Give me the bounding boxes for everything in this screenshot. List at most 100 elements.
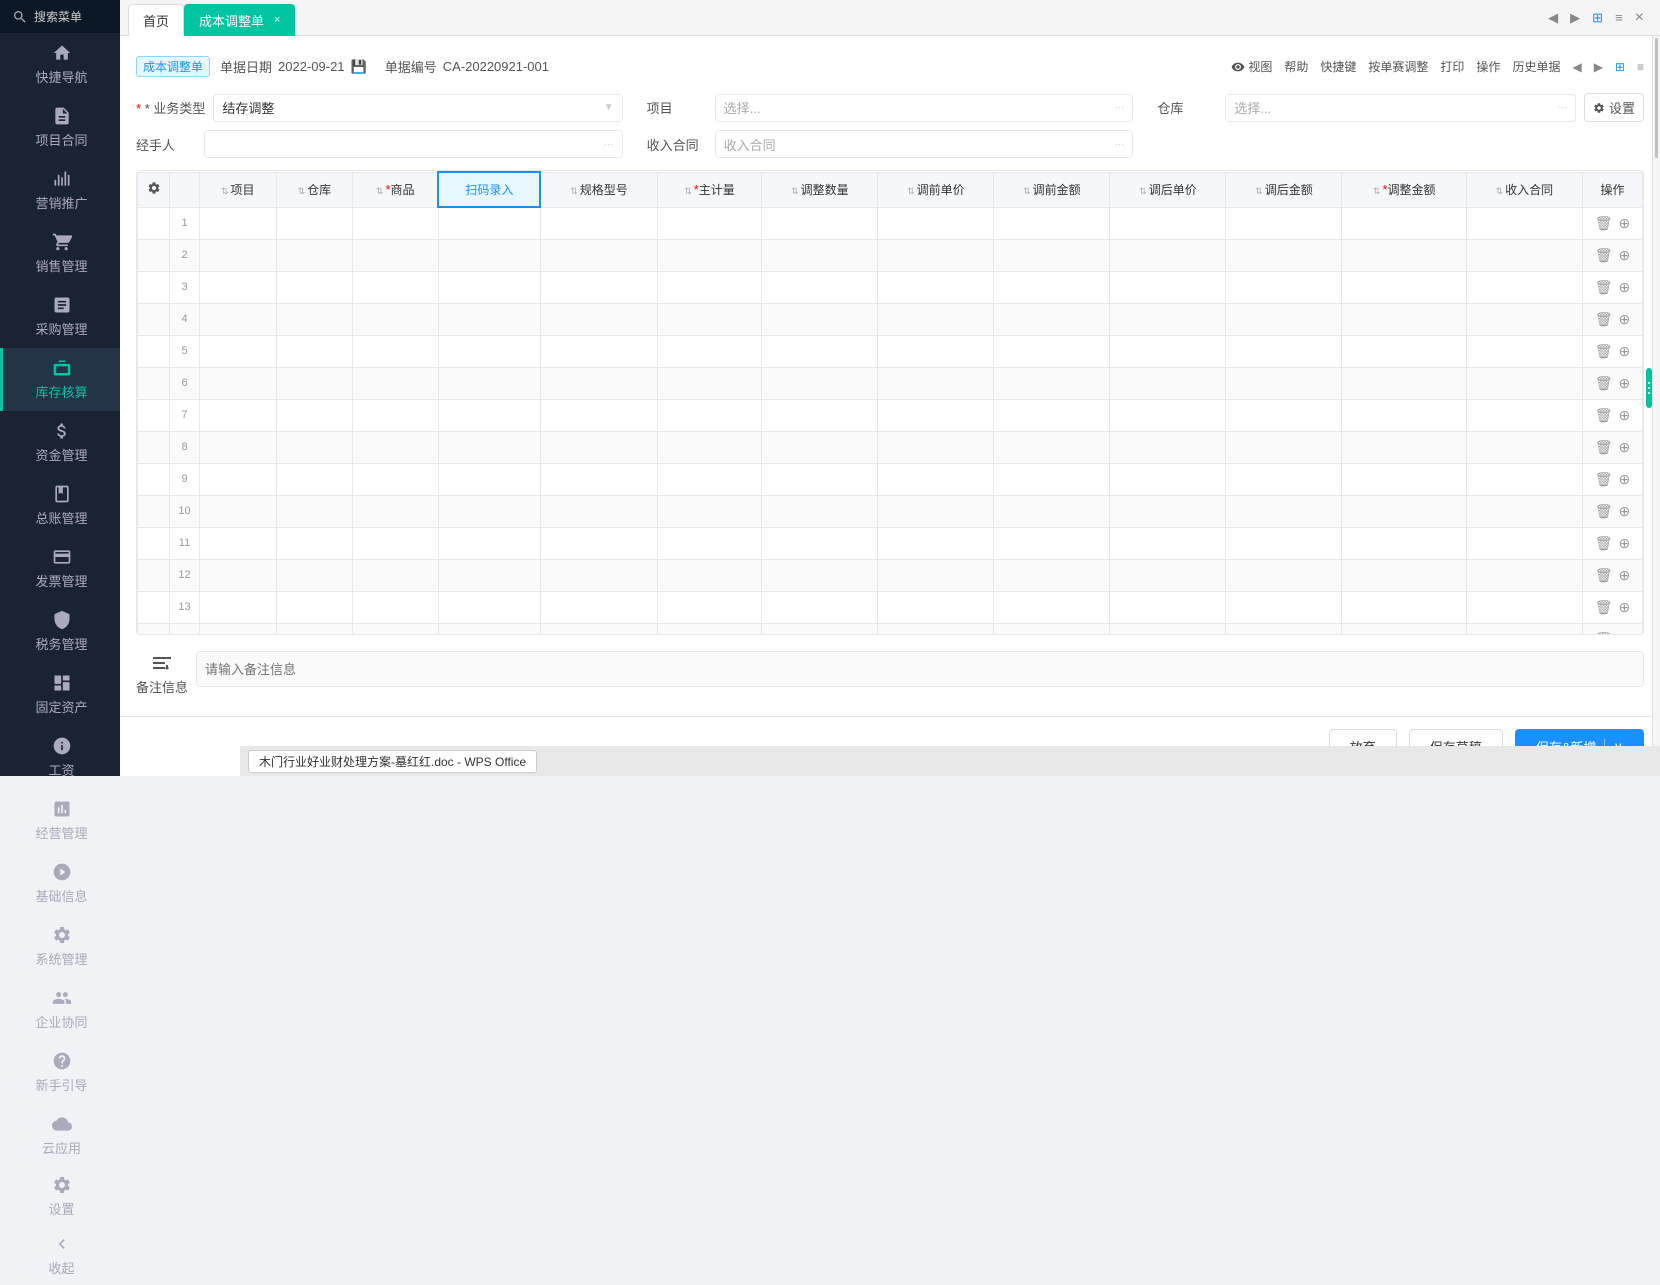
toolbar-adjust[interactable]: 按单赛调整 <box>1368 58 1428 75</box>
row-action-cell[interactable]: 🗑 ⊕ <box>1583 431 1643 463</box>
tab-next-icon[interactable]: ▶ <box>1566 8 1584 28</box>
row-action-cell[interactable]: 🗑 ⊕ <box>1583 591 1643 623</box>
row-adjust-amount-cell[interactable] <box>1342 559 1466 591</box>
delete-row-icon[interactable]: 🗑 <box>1595 215 1613 232</box>
scrollbar[interactable] <box>1652 36 1660 746</box>
row-after-price-cell[interactable] <box>1110 559 1226 591</box>
row-before-price-cell[interactable] <box>878 207 994 239</box>
row-action-cell[interactable]: 🗑 ⊕ <box>1583 367 1643 399</box>
col-adjust-amount[interactable]: ⇅*调整金额 <box>1342 172 1466 207</box>
copy-row-icon[interactable]: ⊕ <box>1619 279 1631 296</box>
remarks-input[interactable] <box>197 658 1643 681</box>
delete-row-icon[interactable]: 🗑 <box>1595 471 1613 488</box>
row-after-price-cell[interactable] <box>1110 591 1226 623</box>
row-spec-cell[interactable] <box>540 591 657 623</box>
row-adjust-amount-cell[interactable] <box>1342 335 1466 367</box>
row-project-cell[interactable] <box>200 431 277 463</box>
row-spec-cell[interactable] <box>540 367 657 399</box>
row-adjust-qty-cell[interactable] <box>762 335 878 367</box>
row-unit-cell[interactable] <box>657 527 762 559</box>
row-warehouse-cell[interactable] <box>276 527 353 559</box>
row-unit-cell[interactable] <box>657 463 762 495</box>
row-before-price-cell[interactable] <box>878 623 994 635</box>
row-spec-cell[interactable] <box>540 399 657 431</box>
row-action-cell[interactable]: 🗑 ⊕ <box>1583 239 1643 271</box>
row-after-amount-cell[interactable] <box>1226 495 1342 527</box>
toolbar-view[interactable]: 视图 <box>1231 58 1272 75</box>
row-income-contract-cell[interactable] <box>1466 431 1582 463</box>
row-action-cell[interactable]: 🗑 ⊕ <box>1583 495 1643 527</box>
copy-row-icon[interactable]: ⊕ <box>1619 247 1631 264</box>
row-after-price-cell[interactable] <box>1110 239 1226 271</box>
row-income-contract-cell[interactable] <box>1466 367 1582 399</box>
row-spec-cell[interactable] <box>540 335 657 367</box>
row-before-price-cell[interactable] <box>878 335 994 367</box>
resize-handle[interactable] <box>1646 368 1652 408</box>
row-spec-cell[interactable] <box>540 207 657 239</box>
row-adjust-qty-cell[interactable] <box>762 399 878 431</box>
row-before-amount-cell[interactable] <box>994 399 1110 431</box>
row-scan-cell[interactable] <box>438 303 540 335</box>
row-action-cell[interactable]: 🗑 ⊕ <box>1583 623 1643 635</box>
delete-row-icon[interactable]: 🗑 <box>1595 279 1613 296</box>
row-before-amount-cell[interactable] <box>994 239 1110 271</box>
row-after-amount-cell[interactable] <box>1226 367 1342 399</box>
row-goods-cell[interactable] <box>353 623 439 635</box>
row-action-cell[interactable]: 🗑 ⊕ <box>1583 399 1643 431</box>
row-scan-cell[interactable] <box>438 495 540 527</box>
row-warehouse-cell[interactable] <box>276 207 353 239</box>
sidebar-item-invoice[interactable]: 发票管理 <box>0 537 120 600</box>
row-adjust-amount-cell[interactable] <box>1342 527 1466 559</box>
row-before-price-cell[interactable] <box>878 367 994 399</box>
row-before-price-cell[interactable] <box>878 399 994 431</box>
row-project-cell[interactable] <box>200 591 277 623</box>
row-adjust-amount-cell[interactable] <box>1342 303 1466 335</box>
row-scan-cell[interactable] <box>438 239 540 271</box>
row-income-contract-cell[interactable] <box>1466 399 1582 431</box>
row-project-cell[interactable] <box>200 495 277 527</box>
row-before-price-cell[interactable] <box>878 303 994 335</box>
business-type-select[interactable]: 结存调整 ▼ <box>213 94 622 122</box>
row-spec-cell[interactable] <box>540 527 657 559</box>
scroll-thumb[interactable] <box>1655 38 1658 158</box>
settings-button[interactable]: 设置 <box>1584 93 1644 122</box>
copy-row-icon[interactable]: ⊕ <box>1619 439 1631 456</box>
row-adjust-amount-cell[interactable] <box>1342 239 1466 271</box>
row-income-contract-cell[interactable] <box>1466 303 1582 335</box>
row-before-price-cell[interactable] <box>878 495 994 527</box>
search-menu[interactable]: 搜索菜单 <box>0 0 120 33</box>
row-after-amount-cell[interactable] <box>1226 527 1342 559</box>
row-after-amount-cell[interactable] <box>1226 591 1342 623</box>
row-adjust-qty-cell[interactable] <box>762 591 878 623</box>
tab-prev-icon[interactable]: ◀ <box>1544 8 1562 28</box>
col-after-price[interactable]: ⇅调后单价 <box>1110 172 1226 207</box>
row-spec-cell[interactable] <box>540 271 657 303</box>
sidebar-item-system[interactable]: 系统管理 <box>0 915 120 978</box>
toolbar-help[interactable]: 帮助 <box>1284 58 1308 75</box>
tab-active[interactable]: 成本调整单 × <box>184 4 295 36</box>
copy-row-icon[interactable]: ⊕ <box>1619 407 1631 424</box>
row-adjust-amount-cell[interactable] <box>1342 463 1466 495</box>
row-before-amount-cell[interactable] <box>994 623 1110 635</box>
row-unit-cell[interactable] <box>657 431 762 463</box>
income-contract-input[interactable]: 收入合同 ··· <box>715 130 1134 158</box>
copy-row-icon[interactable]: ⊕ <box>1619 311 1631 328</box>
sidebar-item-salary[interactable]: 工资 <box>0 726 120 789</box>
row-goods-cell[interactable] <box>353 463 439 495</box>
row-unit-cell[interactable] <box>657 495 762 527</box>
row-before-price-cell[interactable] <box>878 271 994 303</box>
row-scan-cell[interactable] <box>438 527 540 559</box>
delete-row-icon[interactable]: 🗑 <box>1595 599 1613 616</box>
row-after-amount-cell[interactable] <box>1226 303 1342 335</box>
row-project-cell[interactable] <box>200 303 277 335</box>
row-unit-cell[interactable] <box>657 367 762 399</box>
row-goods-cell[interactable] <box>353 367 439 399</box>
sidebar-item-operations[interactable]: 经营管理 <box>0 789 120 852</box>
copy-row-icon[interactable]: ⊕ <box>1619 215 1631 232</box>
sidebar-item-sales[interactable]: 销售管理 <box>0 222 120 285</box>
row-project-cell[interactable] <box>200 399 277 431</box>
row-action-cell[interactable]: 🗑 ⊕ <box>1583 527 1643 559</box>
sidebar-item-settings[interactable]: 设置 <box>0 1167 120 1226</box>
row-spec-cell[interactable] <box>540 623 657 635</box>
tab-close-icon[interactable]: × <box>274 14 280 26</box>
